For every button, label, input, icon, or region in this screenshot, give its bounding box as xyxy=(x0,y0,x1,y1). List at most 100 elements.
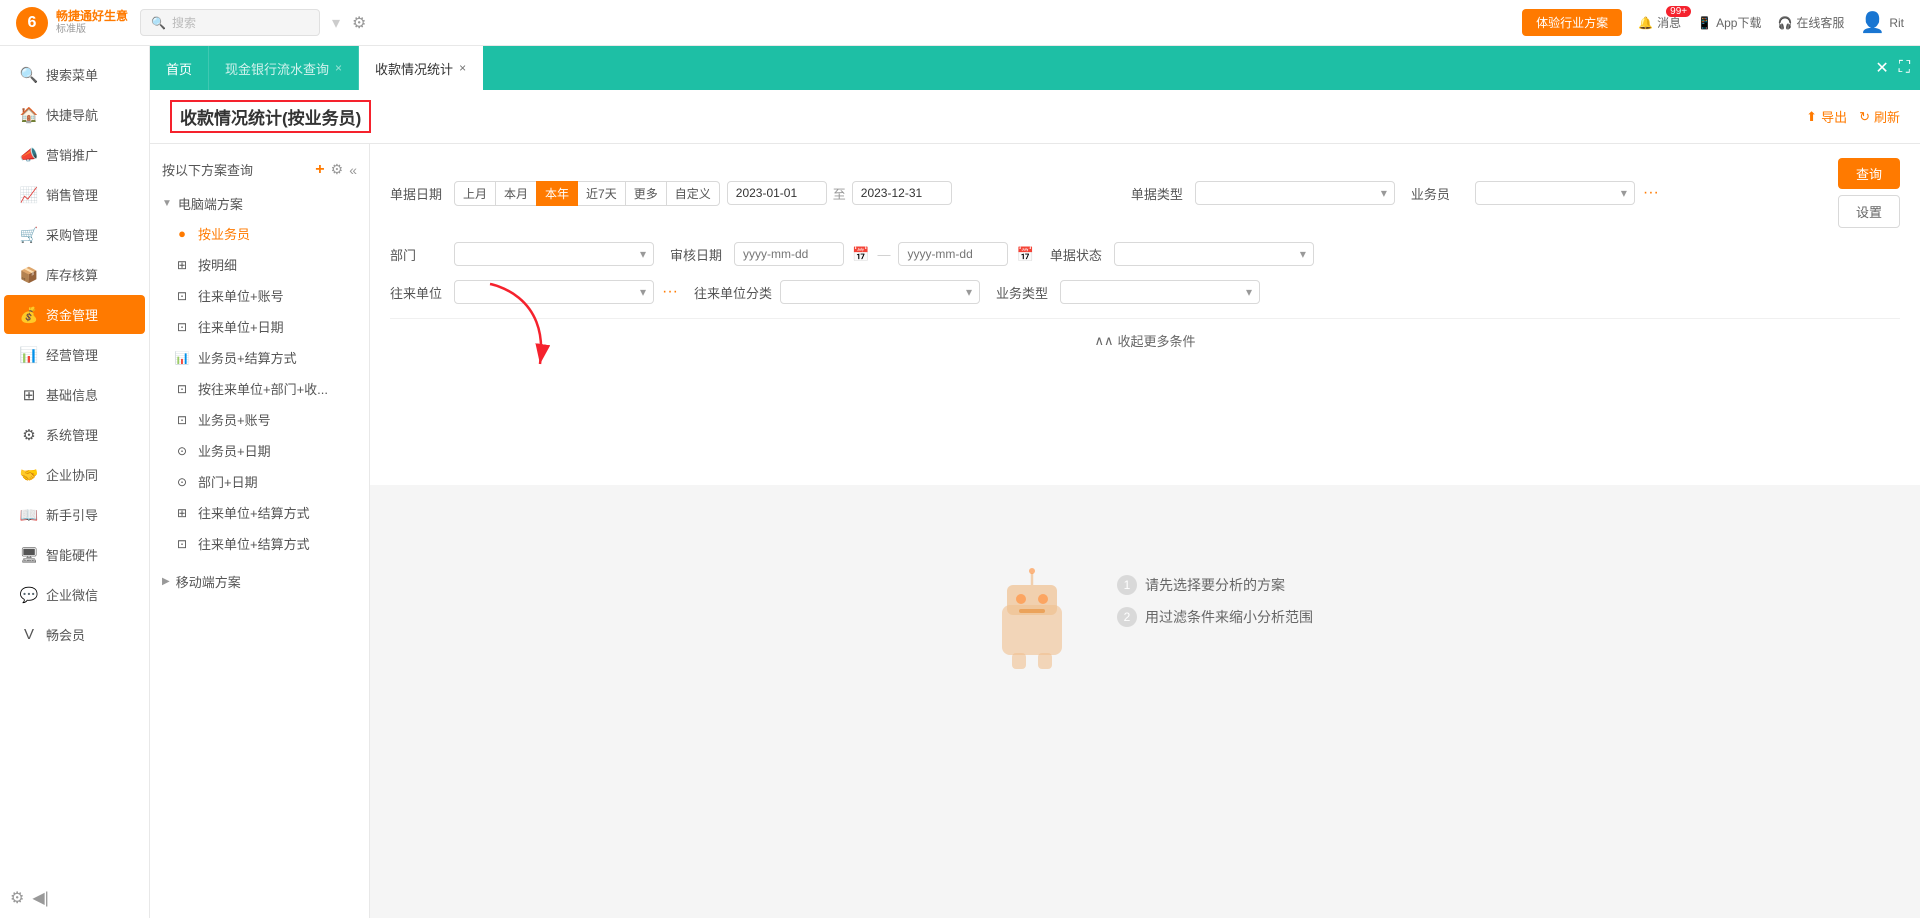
filter-row-2: 部门 审核日期 📅 — xyxy=(390,242,1900,266)
salesperson-select-wrapper xyxy=(1475,181,1635,205)
salesperson-select[interactable] xyxy=(1475,181,1635,205)
partner-select[interactable] xyxy=(454,280,654,304)
sidebar-item-search[interactable]: 🔍 搜索菜单 xyxy=(4,55,145,94)
dept-select[interactable] xyxy=(454,242,654,266)
doc-type-label: 单据类型 xyxy=(1131,184,1187,203)
tip-num-1: 1 xyxy=(1117,575,1137,595)
biz-type-select[interactable] xyxy=(1060,280,1260,304)
doc-type-select[interactable] xyxy=(1195,181,1395,205)
salesperson-more-btn[interactable]: ··· xyxy=(1643,184,1659,202)
scheme-add-icon[interactable]: + xyxy=(315,161,324,179)
scheme-item-label: 按往来单位+部门+收... xyxy=(198,379,328,398)
active-scheme-icon: ● xyxy=(174,226,190,242)
date-tab-last7[interactable]: 近7天 xyxy=(577,181,626,206)
empty-tips: 1 请先选择要分析的方案 2 用过滤条件来缩小分析范围 xyxy=(1117,565,1313,627)
page-title-box: 收款情况统计(按业务员) xyxy=(170,100,371,133)
tab-collection-stats[interactable]: 收款情况统计 × xyxy=(359,46,483,90)
query-btn[interactable]: 查询 xyxy=(1838,158,1900,189)
audit-to-cal-icon[interactable]: 📅 xyxy=(1016,246,1033,263)
sidebar-item-inventory[interactable]: 📦 库存核算 xyxy=(4,255,145,294)
audit-from-input[interactable] xyxy=(734,242,844,266)
scheme-item-partner-settle1[interactable]: ⊞ 往来单位+结算方式 xyxy=(150,497,369,528)
date-tab-more[interactable]: 更多 xyxy=(625,181,667,206)
doc-type-select-wrapper xyxy=(1195,181,1395,205)
collapse-more-btn[interactable]: ∧∧ 收起更多条件 xyxy=(390,318,1900,362)
date-tab-custom[interactable]: 自定义 xyxy=(666,181,720,206)
tab-collection-stats-close[interactable]: × xyxy=(459,61,466,75)
tabs-right: ✕ ⛶ xyxy=(1865,46,1920,90)
scheme-item-dept-date[interactable]: ⊙ 部门+日期 xyxy=(150,466,369,497)
scheme-group-desktop-title[interactable]: ▼ 电脑端方案 xyxy=(150,189,369,218)
sidebar-item-enterprise[interactable]: 🤝 企业协同 xyxy=(4,455,145,494)
settings-icon[interactable]: ⚙ xyxy=(352,13,366,33)
tab-close-all-icon[interactable]: ✕ xyxy=(1875,58,1888,78)
date-from-input[interactable]: 2023-01-01 xyxy=(727,181,827,205)
sidebar-gear-btn[interactable]: ⚙ xyxy=(10,888,24,908)
online-service-btn[interactable]: 🎧 在线客服 xyxy=(1777,14,1844,31)
tab-bank-flow[interactable]: 现金银行流水查询 × xyxy=(209,46,359,90)
robot-svg xyxy=(977,565,1087,675)
trial-btn[interactable]: 体验行业方案 xyxy=(1522,9,1622,36)
sidebar-item-hardware[interactable]: 🖥 智能硬件 xyxy=(4,535,145,574)
scheme-collapse-icon[interactable]: « xyxy=(349,162,357,178)
export-btn[interactable]: ⬆ 导出 xyxy=(1806,107,1847,126)
sidebar-collapse-btn[interactable]: ◀| xyxy=(32,888,48,908)
date-to-input[interactable]: 2023-12-31 xyxy=(852,181,952,205)
scheme-item-by-salesperson[interactable]: ● 按业务员 xyxy=(150,218,369,249)
tab-maximize-icon[interactable]: ⛶ xyxy=(1899,59,1910,77)
sidebar-label-system: 系统管理 xyxy=(46,425,98,444)
sidebar-item-finance[interactable]: 💰 资金管理 xyxy=(4,295,145,334)
scheme-settings-icon[interactable]: ⚙ xyxy=(331,161,344,178)
settings-btn[interactable]: 设置 xyxy=(1838,195,1900,228)
dropdown-icon[interactable]: ▾ xyxy=(332,13,340,33)
page-actions: ⬆ 导出 ↻ 刷新 xyxy=(1806,107,1900,126)
tip-item-2: 2 用过滤条件来缩小分析范围 xyxy=(1117,607,1313,627)
partner-more-btn[interactable]: ··· xyxy=(662,283,678,301)
scheme-item-partner-date[interactable]: ⊡ 往来单位+日期 xyxy=(150,311,369,342)
scheme-group-mobile-title[interactable]: ▶ 移动端方案 xyxy=(150,567,369,596)
scheme-item-by-detail[interactable]: ⊞ 按明细 xyxy=(150,249,369,280)
sidebar-item-marketing[interactable]: 📣 营销推广 xyxy=(4,135,145,174)
tab-home[interactable]: 首页 xyxy=(150,46,209,90)
scheme-item-partner-dept-collect[interactable]: ⊡ 按往来单位+部门+收... xyxy=(150,373,369,404)
partner-class-select[interactable] xyxy=(780,280,980,304)
sidebar-item-operations[interactable]: 📊 经营管理 xyxy=(4,335,145,374)
date-tab-prev-month[interactable]: 上月 xyxy=(454,181,496,206)
sidebar-item-system[interactable]: ⚙ 系统管理 xyxy=(4,415,145,454)
scheme-item-label: 部门+日期 xyxy=(198,472,258,491)
date-tab-this-month[interactable]: 本月 xyxy=(495,181,537,206)
export-icon: ⬆ xyxy=(1806,109,1817,125)
dept-label: 部门 xyxy=(390,245,446,264)
sidebar-item-purchase[interactable]: 🛒 采购管理 xyxy=(4,215,145,254)
scheme-item-salesperson-account[interactable]: ⊡ 业务员+账号 xyxy=(150,404,369,435)
scheme-item-partner-account[interactable]: ⊡ 往来单位+账号 xyxy=(150,280,369,311)
scheme-panel: 按以下方案查询 + ⚙ « ▼ 电脑端方案 ● 按业务员 xyxy=(150,144,370,918)
date-tab-this-year[interactable]: 本年 xyxy=(536,181,578,206)
sidebar-item-wechat[interactable]: 💬 企业微信 xyxy=(4,575,145,614)
scheme-item-label: 按明细 xyxy=(198,255,237,274)
scheme-item-label: 按业务员 xyxy=(198,224,250,243)
member-icon: V xyxy=(20,626,38,644)
refresh-btn[interactable]: ↻ 刷新 xyxy=(1859,107,1900,126)
sidebar-item-guide[interactable]: 📖 新手引导 xyxy=(4,495,145,534)
sidebar-item-basic[interactable]: ⊞ 基础信息 xyxy=(4,375,145,414)
doc-status-select[interactable] xyxy=(1114,242,1314,266)
scheme-item-salesperson-date[interactable]: ⊙ 业务员+日期 xyxy=(150,435,369,466)
messages-btn[interactable]: 🔔 消息 99+ xyxy=(1638,14,1681,31)
scheme-item-salesperson-settle[interactable]: 📊 业务员+结算方式 xyxy=(150,342,369,373)
filter-salesperson-item: 业务员 ··· xyxy=(1411,181,1659,205)
sidebar-item-sales[interactable]: 📈 销售管理 xyxy=(4,175,145,214)
tab-bank-flow-close[interactable]: × xyxy=(335,61,342,75)
audit-to-input[interactable] xyxy=(898,242,1008,266)
sidebar-item-quicknav[interactable]: 🏠 快捷导航 xyxy=(4,95,145,134)
system-icon: ⚙ xyxy=(20,426,38,444)
search-bar[interactable]: 🔍 搜索 xyxy=(140,9,320,36)
user-avatar[interactable]: 👤 Rit xyxy=(1860,10,1904,35)
audit-from-cal-icon[interactable]: 📅 xyxy=(852,246,869,263)
sidebar-item-member[interactable]: V 畅会员 xyxy=(4,615,145,654)
scheme-item-partner-settle2[interactable]: ⊡ 往来单位+结算方式 xyxy=(150,528,369,559)
home-icon: 🏠 xyxy=(20,106,38,124)
finance-icon: 💰 xyxy=(20,306,38,324)
online-service-label: 在线客服 xyxy=(1796,14,1844,31)
app-download-btn[interactable]: 📱 App下载 xyxy=(1697,14,1761,31)
